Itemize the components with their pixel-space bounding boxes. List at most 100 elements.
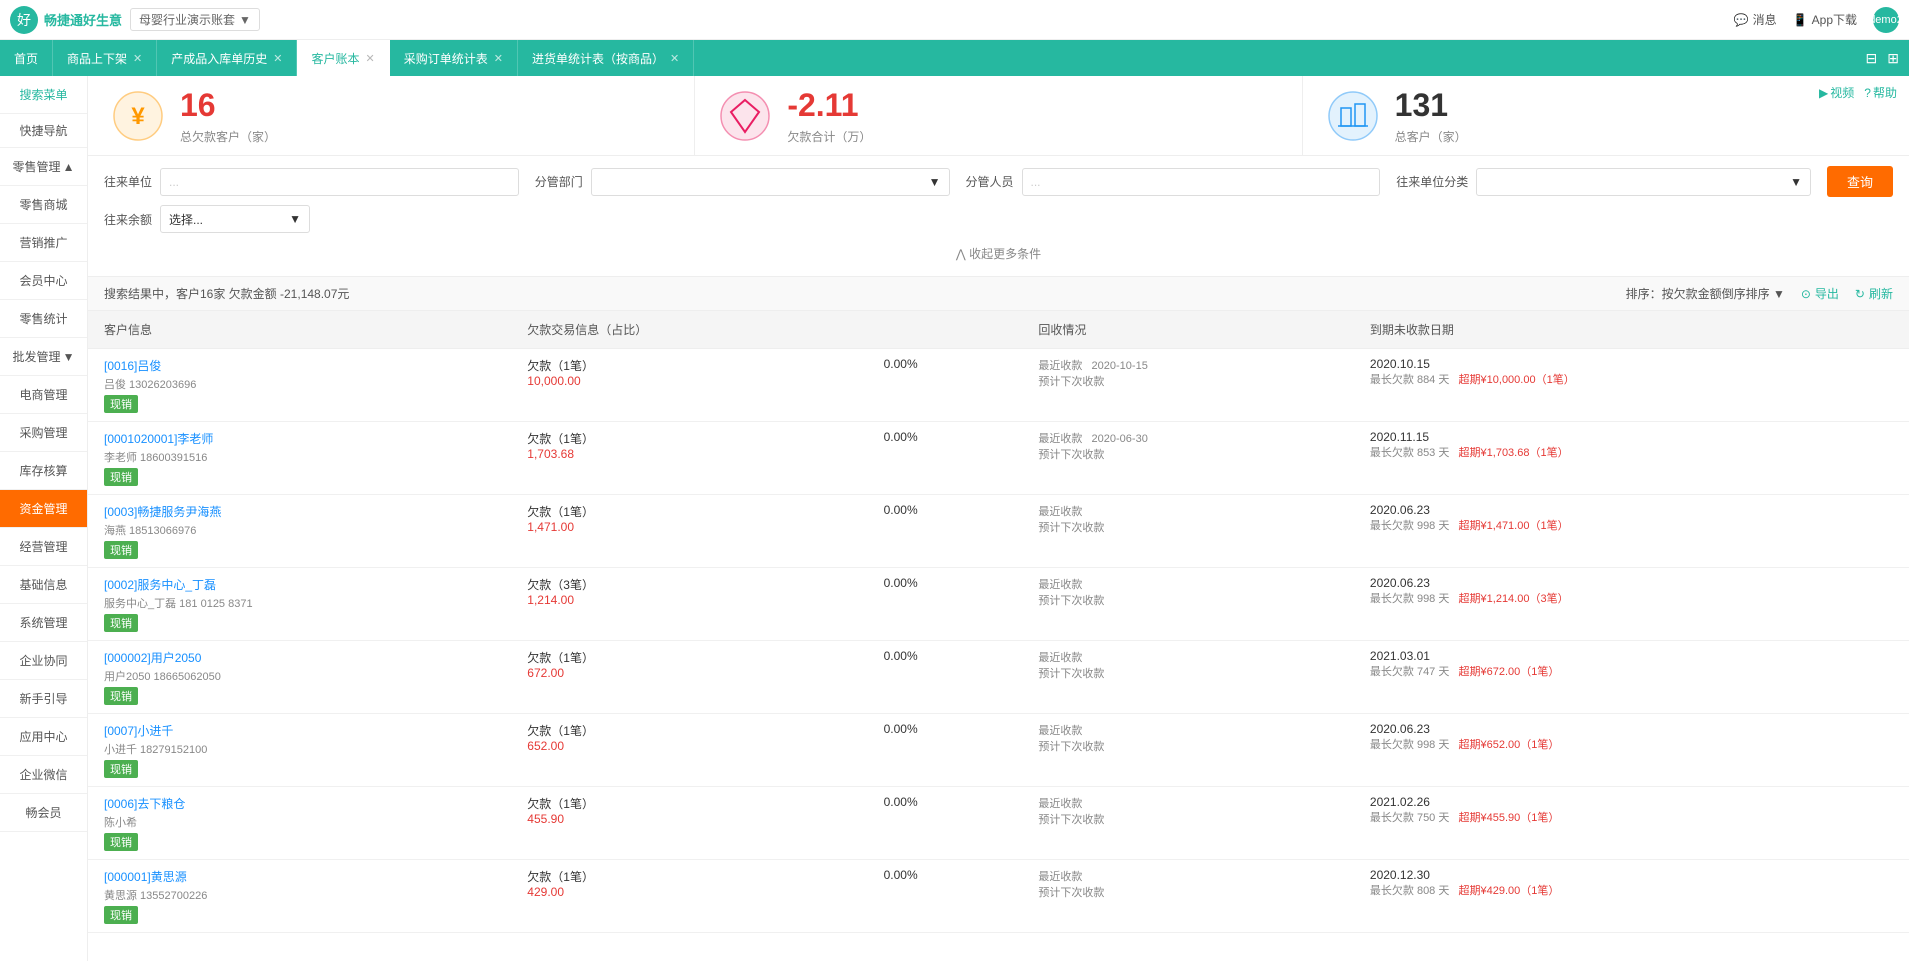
avatar: demo2 [1873,7,1899,33]
overdue-amount[interactable]: 超期¥652.00（1笔） [1459,739,1560,751]
tab-purchase-stats[interactable]: 采购订单统计表 ✕ [390,40,518,76]
collection-cell: 最近收款 预计下次收款 [1022,714,1354,787]
view-video-btn[interactable]: ▶ 视频 [1819,84,1854,101]
recent-collect-label: 最近收款 [1038,576,1338,592]
customer-id-link[interactable]: [0002]服务中心_丁磊 [104,576,495,593]
sidebar-item-ecommerce[interactable]: 电商管理 [0,376,87,414]
category-filter-select[interactable]: ▼ [1476,168,1811,196]
sidebar-item-inventory[interactable]: 库存核算 [0,452,87,490]
close-icon[interactable]: ✕ [133,52,142,65]
tab-purchase-product-stats[interactable]: 进货单统计表（按商品） ✕ [518,40,694,76]
customer-id-link[interactable]: [0001020001]李老师 [104,430,495,447]
customer-id-link[interactable]: [000002]用户2050 [104,649,495,666]
customer-tag: 现销 [104,833,138,851]
sidebar-item-wholesale-mgmt[interactable]: 批发管理 ▼ [0,338,87,376]
recent-collect-label: 最近收款 2020-10-15 [1038,357,1338,373]
sidebar-item-newbie[interactable]: 新手引导 [0,680,87,718]
debt-pct-cell: 0.00% [868,641,1023,714]
search-button[interactable]: 查询 [1827,166,1893,197]
customer-id-link[interactable]: [000001]黄思源 [104,868,495,885]
sidebar-item-retail-shop[interactable]: 零售商城 [0,186,87,224]
customer-id-link[interactable]: [0016]吕俊 [104,357,495,374]
debt-info-cell: 欠款（1笔） 10,000.00 [511,349,867,422]
sidebar-item-operations[interactable]: 经营管理 [0,528,87,566]
sidebar-item-system[interactable]: 系统管理 [0,604,87,642]
tab-home[interactable]: 首页 [0,40,53,76]
app-download-btn[interactable]: 📱 App下载 [1793,11,1857,28]
debt-amount[interactable]: 10,000.00 [527,374,851,388]
message-btn[interactable]: 💬 消息 [1734,11,1777,28]
due-date: 2021.03.01 [1370,649,1893,663]
sidebar-item-purchase[interactable]: 采购管理 [0,414,87,452]
debt-amount[interactable]: 455.90 [527,812,851,826]
building-icon [1327,90,1379,142]
overdue-amount[interactable]: 超期¥10,000.00（1笔） [1459,374,1575,386]
due-date-cell: 2020.06.23 最长欠款 998 天 超期¥652.00（1笔） [1354,714,1909,787]
customer-id-link[interactable]: [0003]畅捷服务尹海燕 [104,503,495,520]
user-menu[interactable]: demo2 [1873,7,1899,33]
close-icon[interactable]: ✕ [494,52,503,65]
refresh-btn[interactable]: ↻ 刷新 [1855,285,1893,302]
overdue-days: 最长欠款 998 天 超期¥652.00（1笔） [1370,736,1893,752]
debt-amount[interactable]: 1,703.68 [527,447,851,461]
overdue-amount[interactable]: 超期¥1,214.00（3笔） [1459,593,1569,605]
close-icon[interactable]: ✕ [670,52,679,65]
next-collect-label: 预计下次收款 [1038,884,1338,900]
export-btn[interactable]: ⊙ 导出 [1801,285,1839,302]
industry-selector[interactable]: 母婴行业演示账套 ▼ [130,8,260,31]
customer-id-link[interactable]: [0006]去下粮仓 [104,795,495,812]
overdue-amount[interactable]: 超期¥1,471.00（1笔） [1459,520,1569,532]
help-btn[interactable]: ? 帮助 [1864,84,1897,101]
sidebar-search-menu[interactable]: 搜索菜单 [0,76,87,114]
sidebar-item-finance[interactable]: 资金管理 [0,490,87,528]
debt-amount[interactable]: 1,471.00 [527,520,851,534]
sidebar-item-retail-mgmt[interactable]: 零售管理 ▲ [0,148,87,186]
table-row: [0006]去下粮仓 陈小希 现销 欠款（1笔） 455.90 0.00% 最近… [88,787,1909,860]
close-icon[interactable]: ✕ [273,52,282,65]
debt-amount[interactable]: 652.00 [527,739,851,753]
overdue-amount[interactable]: 超期¥455.90（1笔） [1459,812,1560,824]
sidebar-item-collab[interactable]: 企业协同 [0,642,87,680]
close-icon[interactable]: ✕ [366,52,375,65]
debt-amount[interactable]: 429.00 [527,885,851,899]
table-row: [000001]黄思源 黄思源 13552700226 现销 欠款（1笔） 42… [88,860,1909,933]
debt-pct: 0.00% [884,649,918,663]
debt-pct: 0.00% [884,503,918,517]
sidebar-item-marketing[interactable]: 营销推广 [0,224,87,262]
debt-customers-label: 总欠款客户（家） [180,128,276,145]
filter-row-2: 往来余额 选择... ▼ [104,205,1893,233]
sidebar-item-member[interactable]: 会员中心 [0,262,87,300]
sidebar-item-basic-info[interactable]: 基础信息 [0,566,87,604]
sidebar-item-members[interactable]: 畅会员 [0,794,87,832]
tab-customer-account[interactable]: 客户账本 ✕ [297,40,389,76]
main-layout: 搜索菜单 快捷导航 零售管理 ▲ 零售商城 营销推广 会员中心 零售统计 批发管… [0,76,1909,961]
overdue-amount[interactable]: 超期¥429.00（1笔） [1459,885,1560,897]
table-container: 客户信息 欠款交易信息（占比） 回收情况 到期未收款日期 [0016]吕俊 吕俊… [88,311,1909,961]
dept-filter-select[interactable]: ▼ [591,168,950,196]
debt-pct: 0.00% [884,576,918,590]
overdue-amount[interactable]: 超期¥1,703.68（1笔） [1459,447,1569,459]
collection-cell: 最近收款 2020-06-30 预计下次收款 [1022,422,1354,495]
stat-card-debt-total: -2.11 欠款合计（万） [695,76,1302,155]
tab-goods[interactable]: 商品上下架 ✕ [53,40,157,76]
debt-count: 欠款（1笔） [527,503,851,520]
customer-filter-input[interactable]: ... [160,168,519,196]
tab-product-history[interactable]: 产成品入库单历史 ✕ [157,40,297,76]
sidebar-item-app-center[interactable]: 应用中心 [0,718,87,756]
customer-info-cell: [000001]黄思源 黄思源 13552700226 现销 [88,860,511,933]
customer-info-cell: [0007]小进千 小进千 18279152100 现销 [88,714,511,787]
sidebar-item-retail-stats[interactable]: 零售统计 [0,300,87,338]
debt-amount[interactable]: 1,214.00 [527,593,851,607]
tab-minimize-btn[interactable]: ⊟ [1862,48,1882,69]
collapse-filters-btn[interactable]: ⋀ 收起更多条件 [104,241,1893,266]
customer-id-link[interactable]: [0007]小进千 [104,722,495,739]
tab-maximize-btn[interactable]: ⊞ [1883,48,1903,69]
person-filter-input[interactable]: ... [1022,168,1381,196]
balance-filter-select[interactable]: 选择... ▼ [160,205,310,233]
overdue-days: 最长欠款 808 天 超期¥429.00（1笔） [1370,882,1893,898]
sidebar-item-weixin[interactable]: 企业微信 [0,756,87,794]
overdue-amount[interactable]: 超期¥672.00（1笔） [1459,666,1560,678]
sidebar-quick-nav[interactable]: 快捷导航 [0,114,87,148]
debt-amount[interactable]: 672.00 [527,666,851,680]
debt-pct: 0.00% [884,722,918,736]
